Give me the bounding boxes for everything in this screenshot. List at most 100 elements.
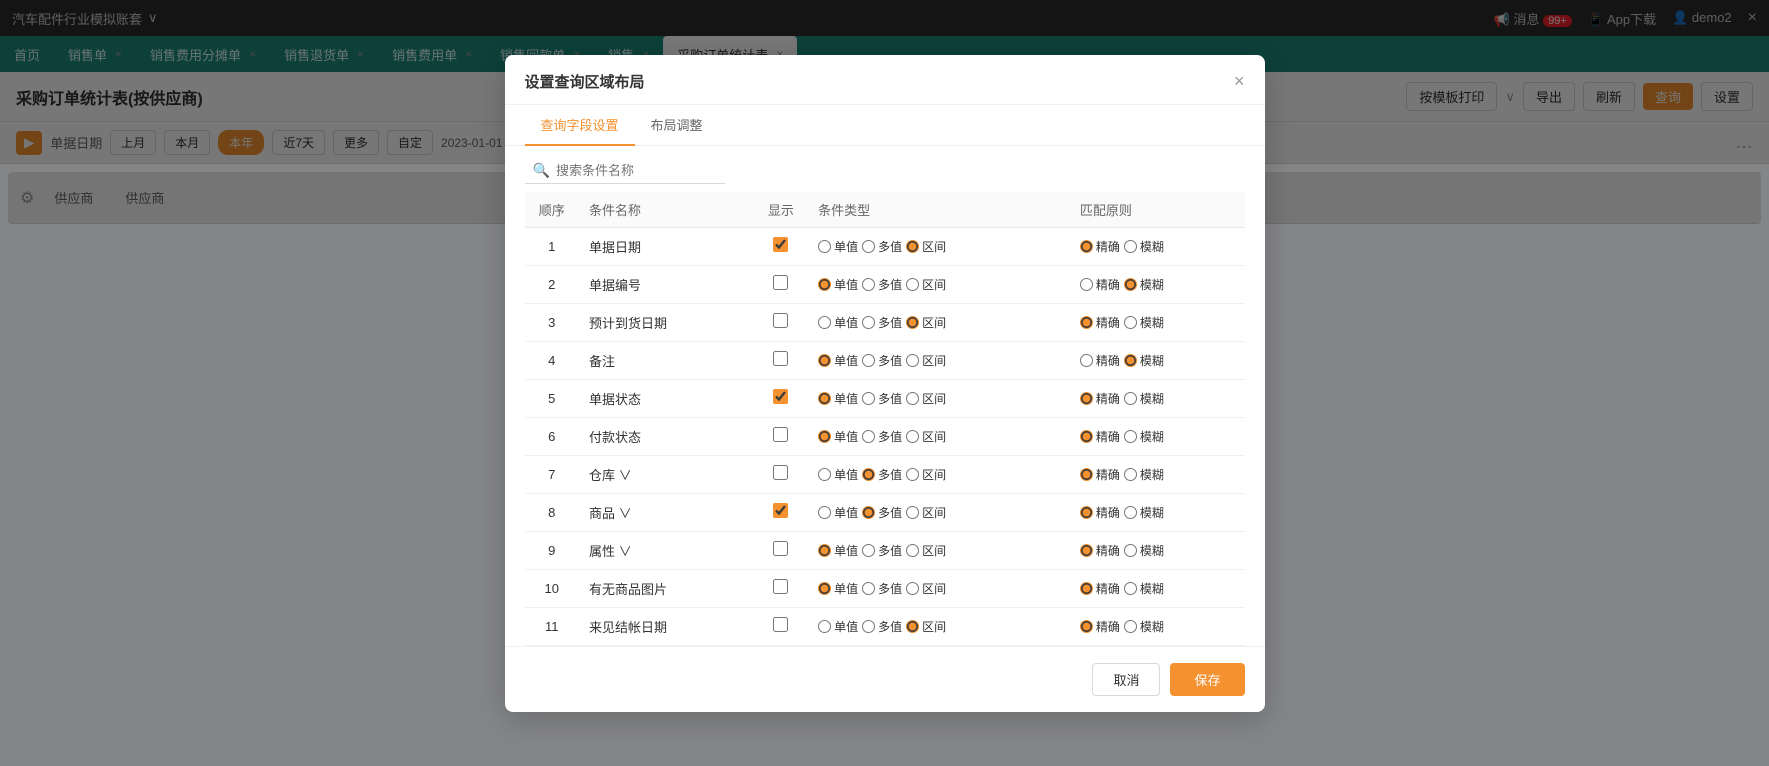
cancel-button[interactable]: 取消 [1092,663,1160,696]
th-show: 显示 [754,192,809,228]
match-radio-exact-7[interactable] [1080,506,1093,519]
type-radio-multi-9[interactable] [862,582,875,595]
type-group-10: 单值多值区间 [818,618,1060,635]
modal-close-btn[interactable]: × [1234,72,1245,90]
show-checkbox-10[interactable] [773,617,788,632]
type-radio-single-1[interactable] [818,278,831,291]
match-radio-fuzzy-0[interactable] [1124,240,1137,253]
show-checkbox-2[interactable] [773,313,788,328]
table-row: 5单据状态单值多值区间精确模糊 [525,379,1245,417]
type-radio-range-1[interactable] [906,278,919,291]
modal-tabs: 查询字段设置 布局调整 [505,105,1265,146]
match-radio-exact-9[interactable] [1080,582,1093,595]
type-radio-single-10[interactable] [818,620,831,633]
type-radio-single-2[interactable] [818,316,831,329]
match-group-4: 精确模糊 [1080,390,1235,407]
type-radio-single-0[interactable] [818,240,831,253]
row-show-7 [754,493,809,531]
type-radio-range-8[interactable] [906,544,919,557]
type-radio-multi-0[interactable] [862,240,875,253]
type-radio-single-6[interactable] [818,468,831,481]
match-radio-exact-5[interactable] [1080,430,1093,443]
type-radio-single-3[interactable] [818,354,831,367]
match-radio-fuzzy-4[interactable] [1124,392,1137,405]
match-radio-exact-1[interactable] [1080,278,1093,291]
show-checkbox-7[interactable] [773,503,788,518]
type-radio-range-7[interactable] [906,506,919,519]
show-checkbox-8[interactable] [773,541,788,556]
match-radio-exact-6[interactable] [1080,468,1093,481]
row-type-8: 单值多值区间 [808,531,1070,569]
table-row: 2单据编号单值多值区间精确模糊 [525,265,1245,303]
match-group-10: 精确模糊 [1080,618,1235,635]
type-group-2: 单值多值区间 [818,314,1060,331]
match-radio-fuzzy-2[interactable] [1124,316,1137,329]
type-radio-range-2[interactable] [906,316,919,329]
show-checkbox-9[interactable] [773,579,788,594]
tab-query-fields[interactable]: 查询字段设置 [525,105,635,146]
match-radio-fuzzy-7[interactable] [1124,506,1137,519]
match-radio-exact-3[interactable] [1080,354,1093,367]
type-radio-range-0[interactable] [906,240,919,253]
match-radio-fuzzy-5[interactable] [1124,430,1137,443]
match-group-2: 精确模糊 [1080,314,1235,331]
search-input[interactable] [556,163,717,178]
match-radio-fuzzy-1[interactable] [1124,278,1137,291]
type-radio-single-5[interactable] [818,430,831,443]
match-radio-exact-4[interactable] [1080,392,1093,405]
row-order-7: 8 [525,493,580,531]
modal-footer: 取消 保存 [505,646,1265,712]
show-checkbox-4[interactable] [773,389,788,404]
row-name-8: 属性 ∨ [579,531,754,569]
match-radio-exact-2[interactable] [1080,316,1093,329]
show-checkbox-0[interactable] [773,237,788,252]
match-radio-fuzzy-9[interactable] [1124,582,1137,595]
type-radio-multi-6[interactable] [862,468,875,481]
tab-layout[interactable]: 布局调整 [635,105,719,146]
match-radio-fuzzy-3[interactable] [1124,354,1137,367]
match-radio-exact-0[interactable] [1080,240,1093,253]
row-order-8: 9 [525,531,580,569]
show-checkbox-5[interactable] [773,427,788,442]
type-radio-single-9[interactable] [818,582,831,595]
row-name-3: 备注 [579,341,754,379]
type-radio-range-4[interactable] [906,392,919,405]
type-group-9: 单值多值区间 [818,580,1060,597]
type-radio-multi-10[interactable] [862,620,875,633]
row-order-6: 7 [525,455,580,493]
match-radio-fuzzy-6[interactable] [1124,468,1137,481]
type-radio-range-10[interactable] [906,620,919,633]
type-radio-multi-2[interactable] [862,316,875,329]
match-radio-exact-8[interactable] [1080,544,1093,557]
save-button[interactable]: 保存 [1170,663,1244,696]
type-radio-range-6[interactable] [906,468,919,481]
match-radio-fuzzy-8[interactable] [1124,544,1137,557]
show-checkbox-1[interactable] [773,275,788,290]
match-radio-exact-10[interactable] [1080,620,1093,633]
row-type-6: 单值多值区间 [808,455,1070,493]
row-type-7: 单值多值区间 [808,493,1070,531]
type-radio-multi-1[interactable] [862,278,875,291]
table-row: 11来见结帐日期单值多值区间精确模糊 [525,607,1245,645]
search-box: 🔍 [525,158,725,184]
show-checkbox-6[interactable] [773,465,788,480]
type-radio-range-3[interactable] [906,354,919,367]
row-show-1 [754,265,809,303]
match-group-0: 精确模糊 [1080,238,1235,255]
type-radio-multi-4[interactable] [862,392,875,405]
match-group-6: 精确模糊 [1080,466,1235,483]
type-radio-range-9[interactable] [906,582,919,595]
type-radio-single-7[interactable] [818,506,831,519]
type-radio-multi-7[interactable] [862,506,875,519]
type-radio-single-4[interactable] [818,392,831,405]
type-radio-single-8[interactable] [818,544,831,557]
search-icon: 🔍 [533,162,550,179]
type-radio-range-5[interactable] [906,430,919,443]
row-type-1: 单值多值区间 [808,265,1070,303]
match-radio-fuzzy-10[interactable] [1124,620,1137,633]
show-checkbox-3[interactable] [773,351,788,366]
type-radio-multi-8[interactable] [862,544,875,557]
type-group-7: 单值多值区间 [818,504,1060,521]
type-radio-multi-5[interactable] [862,430,875,443]
type-radio-multi-3[interactable] [862,354,875,367]
